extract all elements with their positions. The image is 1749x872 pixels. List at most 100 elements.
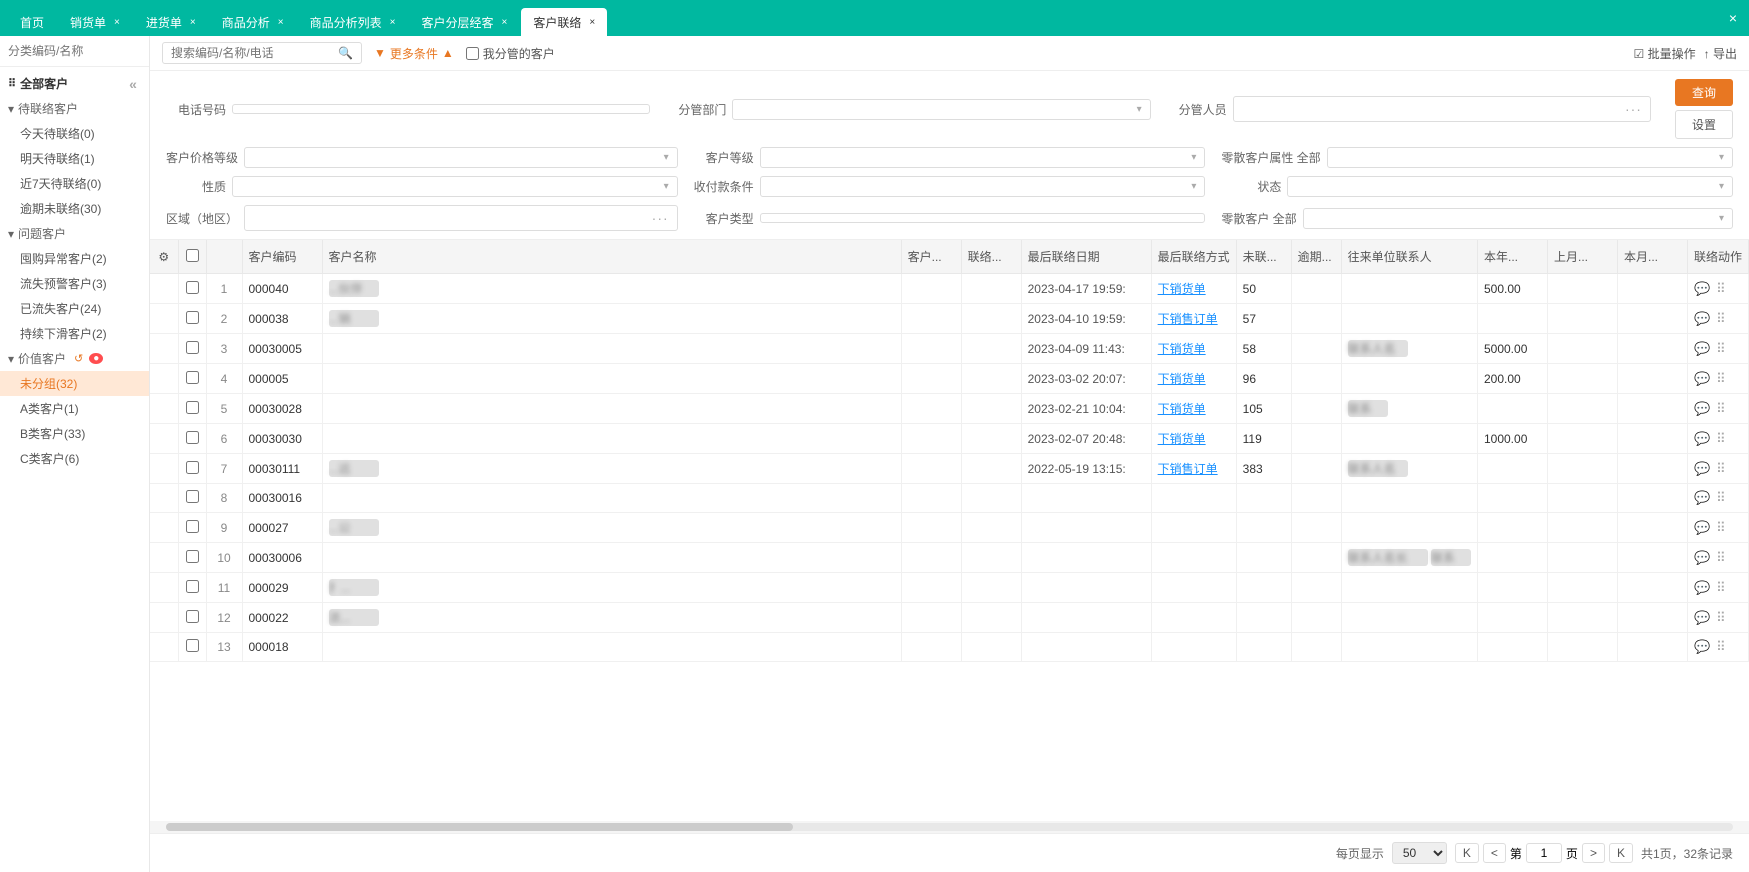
contact-method-link[interactable]: 下销货单 xyxy=(1158,432,1206,446)
row-checkbox[interactable] xyxy=(186,311,199,324)
tab-analysis[interactable]: 商品分析 × xyxy=(210,8,296,36)
sidebar-section-value[interactable]: ▾ 价值客户 ↺ ● xyxy=(0,346,149,371)
main-search-icon[interactable]: 🔍 xyxy=(338,46,353,60)
next-page-button[interactable]: > xyxy=(1582,843,1605,863)
page-size-select[interactable]: 50 20 100 xyxy=(1392,842,1447,864)
grid-action-icon[interactable]: ⠿ xyxy=(1716,311,1726,327)
tab-purchase[interactable]: 进货单 × xyxy=(134,8,208,36)
chat-icon[interactable]: 💬 xyxy=(1694,461,1710,477)
sidebar-item-abnormal[interactable]: 囤购异常客户(2) xyxy=(0,246,149,271)
payment-select[interactable]: ▾ xyxy=(760,176,1206,197)
my-customers-checkbox[interactable] xyxy=(466,47,479,60)
more-conditions-button[interactable]: ▼ 更多条件 ▲ xyxy=(374,45,454,62)
th-last-month[interactable]: 上月... xyxy=(1547,240,1617,274)
th-level[interactable]: 客户... xyxy=(901,240,961,274)
row-checkbox[interactable] xyxy=(186,461,199,474)
refresh-icon[interactable]: ↺ xyxy=(74,352,83,365)
sidebar-search-input[interactable] xyxy=(8,44,150,58)
retail-attr-select[interactable]: ▾ xyxy=(1327,147,1733,168)
grid-action-icon[interactable]: ⠿ xyxy=(1716,281,1726,297)
chat-icon[interactable]: 💬 xyxy=(1694,401,1710,417)
export-button[interactable]: ↑ 导出 xyxy=(1704,45,1737,62)
chat-icon[interactable]: 💬 xyxy=(1694,281,1710,297)
tab-sales-close[interactable]: × xyxy=(114,17,120,28)
sidebar-item-today-pending[interactable]: 今天待联络(0) xyxy=(0,121,149,146)
grid-action-icon[interactable]: ⠿ xyxy=(1716,639,1726,655)
tab-analysis-list-close[interactable]: × xyxy=(390,17,396,28)
nature-select[interactable]: ▾ xyxy=(232,176,678,197)
last-page-button[interactable]: K xyxy=(1609,843,1633,863)
row-checkbox[interactable] xyxy=(186,401,199,414)
grid-action-icon[interactable]: ⠿ xyxy=(1716,580,1726,596)
th-unit-contact[interactable]: 往来单位联系人 xyxy=(1341,240,1477,274)
price-level-select[interactable]: ▾ xyxy=(244,147,678,168)
first-page-button[interactable]: K xyxy=(1455,843,1479,863)
th-code[interactable]: 客户编码 xyxy=(242,240,322,274)
th-settings[interactable]: ⚙ xyxy=(150,240,178,274)
status-select[interactable]: ▾ xyxy=(1287,176,1733,197)
chat-icon[interactable]: 💬 xyxy=(1694,610,1710,626)
sidebar-item-c-class[interactable]: C类客户(6) xyxy=(0,446,149,471)
th-this-year[interactable]: 本年... xyxy=(1477,240,1547,274)
sidebar-item-overdue-pending[interactable]: 逾期未联络(30) xyxy=(0,196,149,221)
row-checkbox[interactable] xyxy=(186,550,199,563)
th-pending[interactable]: 未联... xyxy=(1236,240,1291,274)
sidebar-item-churned[interactable]: 已流失客户(24) xyxy=(0,296,149,321)
tab-analysis-list[interactable]: 商品分析列表 × xyxy=(298,8,408,36)
row-checkbox[interactable] xyxy=(186,490,199,503)
collapse-sidebar-button[interactable]: « xyxy=(125,76,141,92)
grid-action-icon[interactable]: ⠿ xyxy=(1716,610,1726,626)
current-page-input[interactable] xyxy=(1526,843,1562,863)
th-last-contact-method[interactable]: 最后联络方式 xyxy=(1151,240,1236,274)
sidebar-item-tomorrow-pending[interactable]: 明天待联络(1) xyxy=(0,146,149,171)
tab-customer-contact[interactable]: 客户联络 × xyxy=(521,8,607,36)
th-contact[interactable]: 联络... xyxy=(961,240,1021,274)
row-checkbox[interactable] xyxy=(186,580,199,593)
gear-settings-icon[interactable]: ⚙ xyxy=(158,250,169,264)
th-name[interactable]: 客户名称 xyxy=(322,240,901,274)
contact-method-link[interactable]: 下销货单 xyxy=(1158,372,1206,386)
phone-input[interactable] xyxy=(232,104,650,114)
grid-action-icon[interactable]: ⠿ xyxy=(1716,371,1726,387)
contact-method-link[interactable]: 下销货单 xyxy=(1158,402,1206,416)
row-checkbox[interactable] xyxy=(186,639,199,652)
customer-level-select[interactable]: ▾ xyxy=(760,147,1206,168)
sidebar-section-problem[interactable]: ▾ 问题客户 xyxy=(0,221,149,246)
row-checkbox[interactable] xyxy=(186,281,199,294)
sidebar-item-week-pending[interactable]: 近7天待联络(0) xyxy=(0,171,149,196)
chat-icon[interactable]: 💬 xyxy=(1694,311,1710,327)
row-checkbox[interactable] xyxy=(186,371,199,384)
close-all-button[interactable]: × xyxy=(1725,6,1741,30)
horizontal-scrollbar[interactable] xyxy=(166,823,1733,831)
tab-purchase-close[interactable]: × xyxy=(190,17,196,28)
row-checkbox[interactable] xyxy=(186,520,199,533)
sidebar-item-churn-warning[interactable]: 流失预警客户(3) xyxy=(0,271,149,296)
contact-method-link[interactable]: 下销货单 xyxy=(1158,342,1206,356)
chat-icon[interactable]: 💬 xyxy=(1694,639,1710,655)
chat-icon[interactable]: 💬 xyxy=(1694,550,1710,566)
grid-action-icon[interactable]: ⠿ xyxy=(1716,401,1726,417)
contact-method-link[interactable]: 下销货单 xyxy=(1158,282,1206,296)
contact-method-link[interactable]: 下销售订单 xyxy=(1158,312,1218,326)
grid-action-icon[interactable]: ⠿ xyxy=(1716,431,1726,447)
region-select[interactable]: ··· xyxy=(244,205,678,231)
sidebar-all-customers[interactable]: ⠿ 全部客户 « xyxy=(0,67,149,96)
grid-action-icon[interactable]: ⠿ xyxy=(1716,341,1726,357)
th-last-contact-date[interactable]: 最后联络日期 xyxy=(1021,240,1151,274)
th-overdue[interactable]: 逾期... xyxy=(1291,240,1341,274)
tab-analysis-close[interactable]: × xyxy=(278,17,284,28)
chat-icon[interactable]: 💬 xyxy=(1694,371,1710,387)
sidebar-item-ungrouped[interactable]: 未分组(32) xyxy=(0,371,149,396)
reset-button[interactable]: 设置 xyxy=(1675,110,1733,139)
prev-page-button[interactable]: < xyxy=(1483,843,1506,863)
batch-operation-button[interactable]: ☑ 批量操作 xyxy=(1634,45,1696,62)
sidebar-item-a-class[interactable]: A类客户(1) xyxy=(0,396,149,421)
tab-customer-segment-close[interactable]: × xyxy=(501,17,507,28)
grid-action-icon[interactable]: ⠿ xyxy=(1716,550,1726,566)
sidebar-section-pending[interactable]: ▾ 待联络客户 xyxy=(0,96,149,121)
th-this-month[interactable]: 本月... xyxy=(1617,240,1687,274)
chat-icon[interactable]: 💬 xyxy=(1694,341,1710,357)
chat-icon[interactable]: 💬 xyxy=(1694,490,1710,506)
scroll-thumb[interactable] xyxy=(166,823,793,831)
sidebar-item-declining[interactable]: 持续下滑客户(2) xyxy=(0,321,149,346)
